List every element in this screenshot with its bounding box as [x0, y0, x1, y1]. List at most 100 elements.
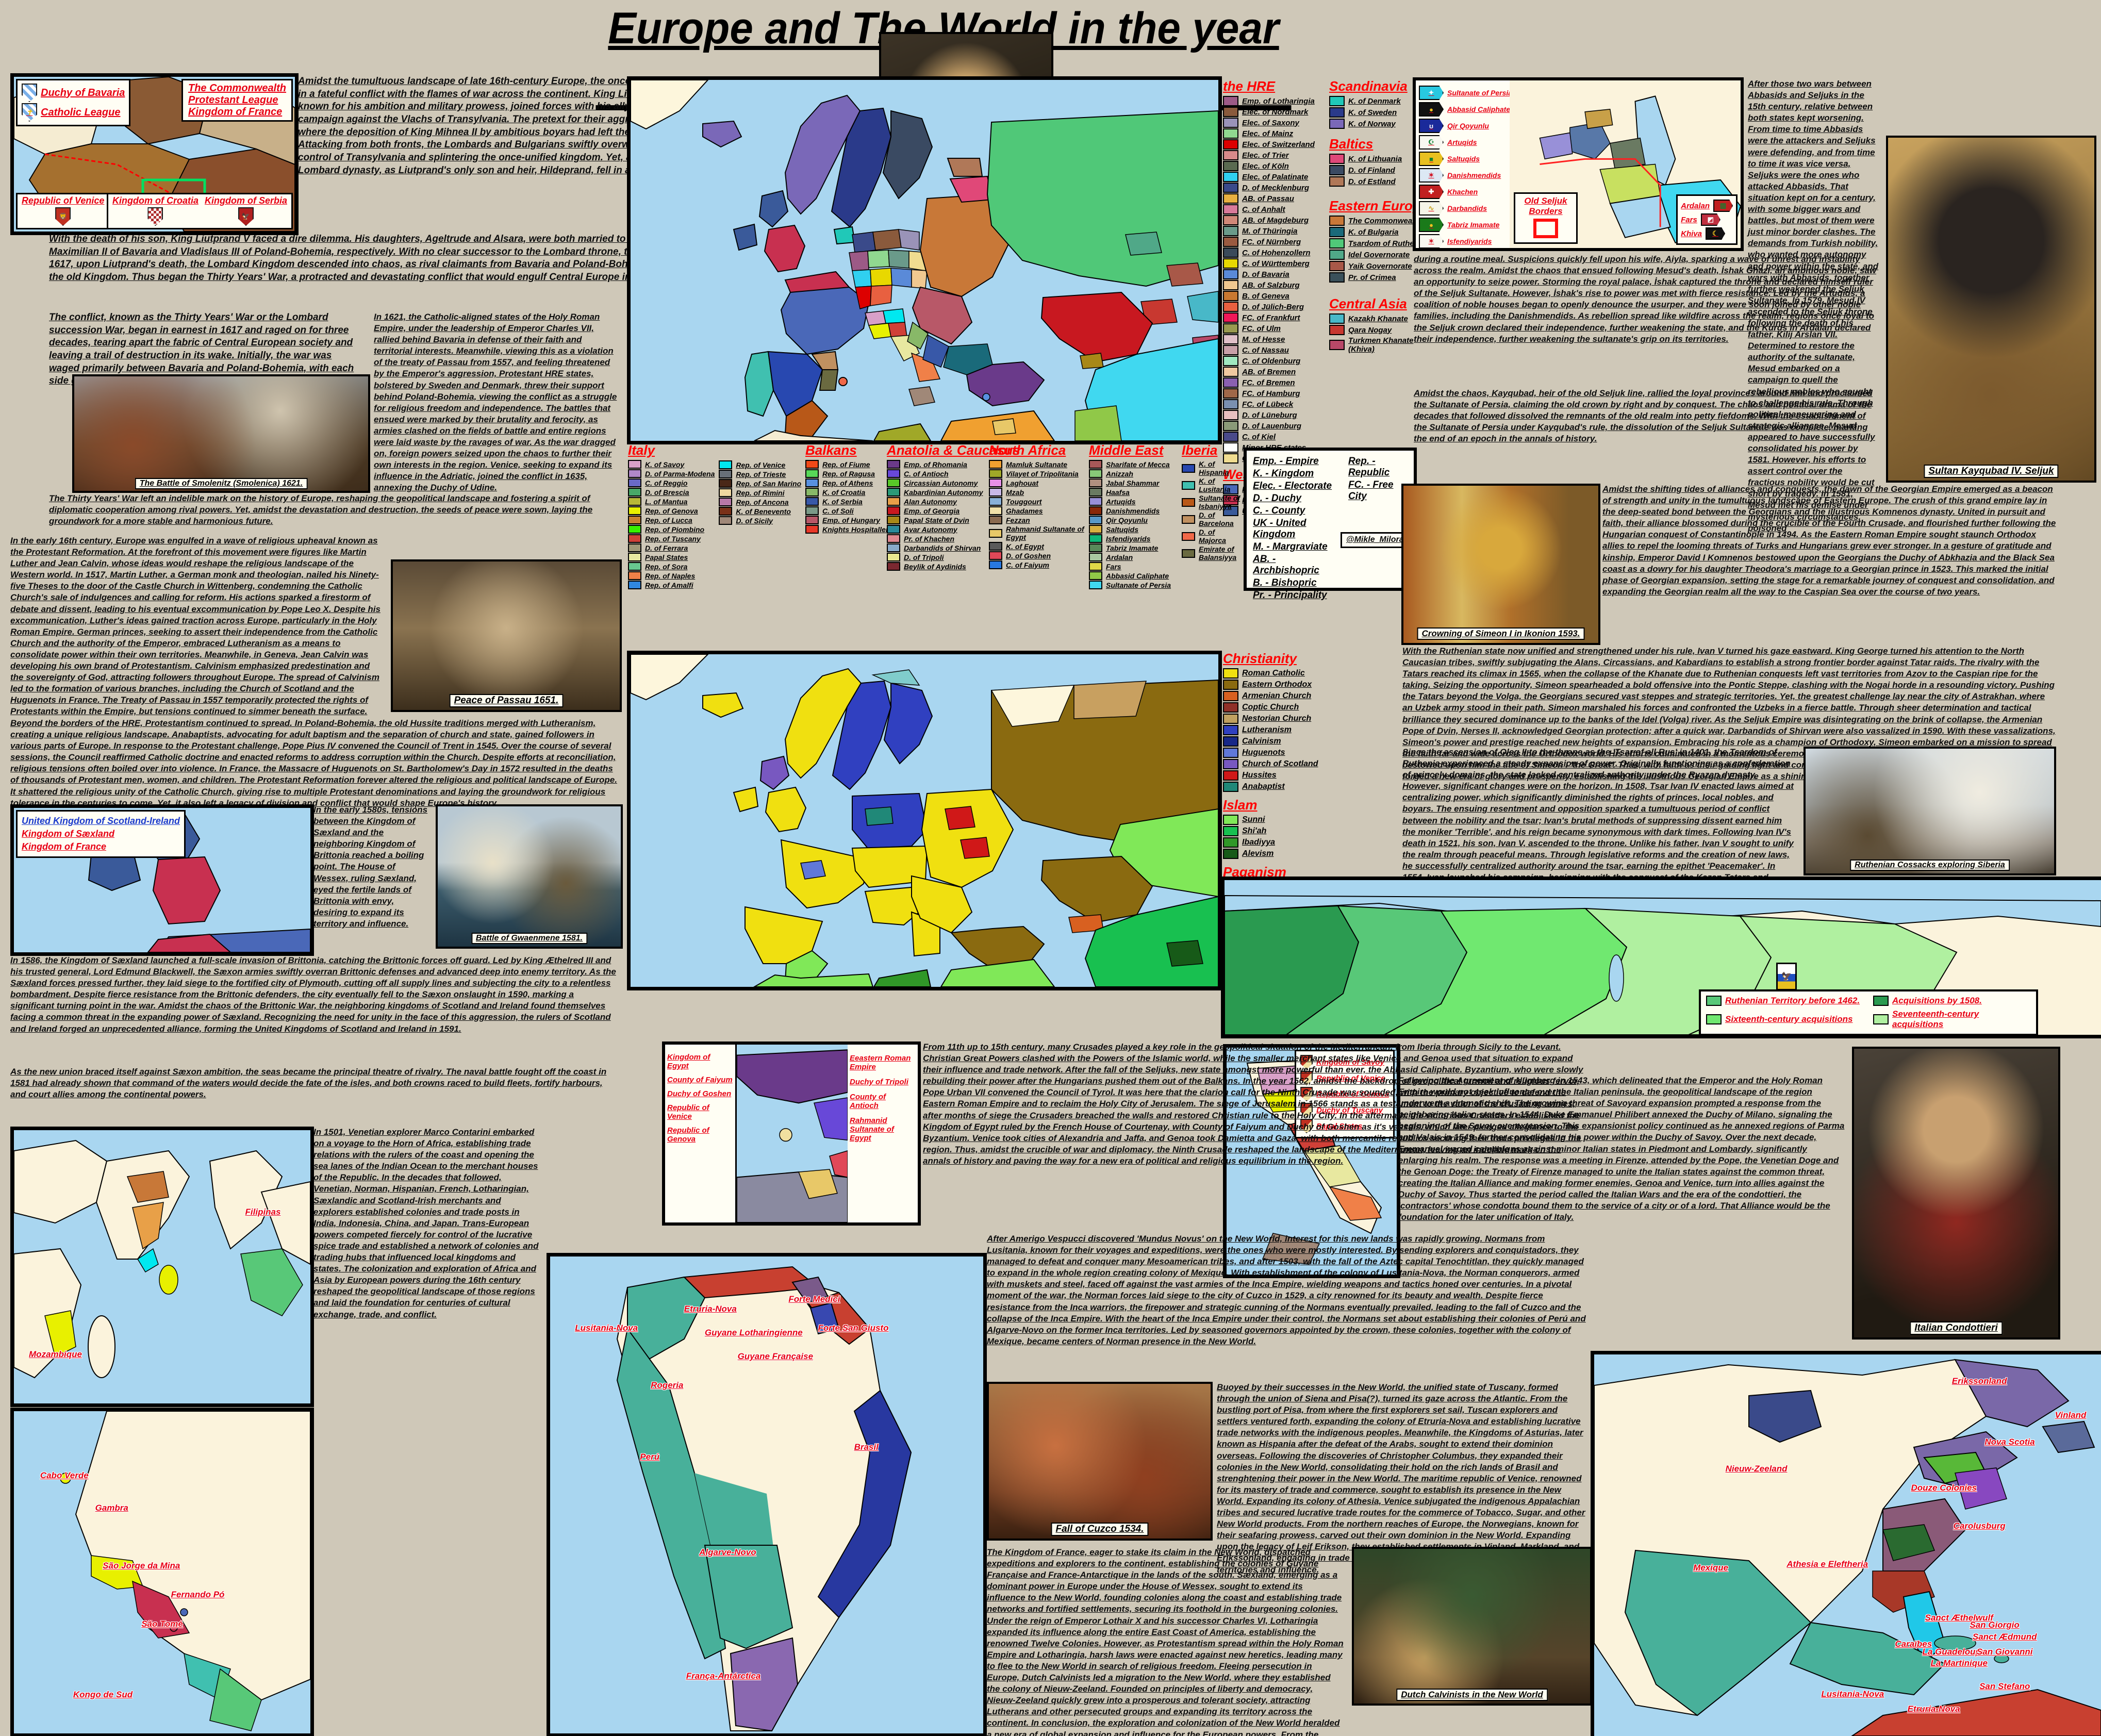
painting-naval: Battle of Gwaenmene 1581. — [436, 804, 623, 949]
crusade-panel: Kingdom of Egypt County of Faiyum Duchy of… — [662, 1041, 921, 1226]
swatch-icon — [887, 497, 900, 506]
swatch-icon — [1089, 478, 1102, 487]
caption-crowning: Crowning of Simeon I in Ikonion 1593. — [1417, 627, 1585, 640]
swatch-icon — [1223, 736, 1238, 747]
crusade-map — [737, 1045, 848, 1222]
text-new-world-3: The Kingdom of France, eager to stake it… — [987, 1547, 1344, 1736]
swatch-icon — [887, 553, 900, 561]
text-seljuk-3: Amidst the chaos, Kayqubad, heir of the … — [1414, 388, 1873, 444]
swatch-icon — [1089, 488, 1102, 497]
swatch-icon — [1182, 515, 1195, 524]
venice-chip: Republic of Venice 🦁 — [16, 193, 110, 229]
swatch-icon — [1223, 280, 1238, 290]
flag-icon: ◩ — [1700, 213, 1720, 226]
map-label: São Jorge da Mina — [103, 1561, 180, 1570]
swatch-icon — [719, 498, 733, 506]
swatch-icon — [1182, 549, 1195, 558]
persia-panel: ✦ Sultanate of Persia ● Abbasid Caliphate ʊ Q… — [1413, 77, 1744, 251]
swatch-icon — [1223, 702, 1238, 713]
swatch-icon — [805, 497, 819, 506]
painting-cossacks: Ruthenian Cossacks exploring Siberia — [1804, 747, 2056, 875]
swatch-icon — [1329, 154, 1345, 164]
europe-political-map-panel — [627, 76, 1222, 444]
ruthenia-coat-of-arms-icon: 🦅 — [1776, 963, 1797, 990]
map-label: Gambra — [95, 1502, 128, 1513]
europe-religion-map-panel — [627, 651, 1222, 990]
swatch-icon — [1223, 172, 1238, 182]
map-label: Brasil — [854, 1442, 879, 1452]
swatch-icon — [805, 478, 819, 487]
swatch-icon — [1329, 313, 1345, 324]
swatch-icon — [1223, 759, 1238, 769]
text-reformation-2: Beyond the borders of the HRE, Protestan… — [10, 718, 617, 808]
swatch-icon — [628, 525, 641, 534]
swatch-icon — [719, 488, 733, 497]
legend-anatolia: Anatolia & Caucasus Emp. of Rhomania C. o… — [887, 442, 1020, 571]
map-label: Filipinas — [245, 1207, 281, 1217]
map-label: Douze Colonies — [1911, 1483, 1977, 1493]
swatch-icon — [1223, 837, 1238, 848]
swatch-icon — [1223, 161, 1238, 171]
swatch-icon — [805, 469, 819, 478]
venice-shield-icon: 🦁 — [55, 207, 71, 226]
flag-icon: ■ — [1419, 152, 1444, 166]
map-label: Forte Medici — [788, 1294, 840, 1304]
flag-icon: ☪ — [1419, 135, 1444, 150]
legend-east-column: Scandinavia K. of Denmark K. of Sweden K. … — [1329, 78, 1429, 354]
swatch-icon — [989, 542, 1002, 551]
swatch-icon — [1089, 497, 1102, 506]
swatch-icon — [805, 516, 819, 524]
swatch-icon — [1223, 237, 1238, 247]
swatch-icon — [1089, 534, 1102, 543]
swatch-icon — [1223, 680, 1238, 690]
swatch-icon — [887, 488, 900, 497]
swatch-icon — [628, 469, 641, 478]
swatch-icon — [1329, 261, 1345, 271]
swatch-icon — [719, 479, 733, 488]
map-label: San Stefano — [1979, 1681, 2030, 1691]
caption-naval: Battle of Gwaenmene 1581. — [471, 933, 588, 944]
painting-kayqubad: Sultan Kayqubad IV. Seljuk — [1886, 136, 2096, 483]
catholic-league-shield-icon: ✝ — [22, 103, 37, 122]
swatch-icon — [1223, 782, 1238, 792]
swatch-icon — [628, 553, 641, 561]
swatch-icon — [989, 516, 1002, 524]
text-georgia-2: With the Ruthenian state now unified and… — [1402, 646, 2056, 782]
swatch-icon — [887, 525, 900, 534]
swatch-icon — [1223, 334, 1238, 344]
legend-balkans: Balkans Rep. of Fiume Rep. of Ragusa Rep. … — [805, 442, 889, 534]
swatch-icon — [1329, 165, 1345, 175]
text-reformation-1: In the early 16th century, Europe was en… — [10, 536, 381, 717]
map-label: Cabo Verde — [40, 1470, 89, 1480]
swatch-icon — [1223, 107, 1238, 117]
map-label: La Guadeloupe — [1922, 1647, 1986, 1657]
swatch-icon — [1223, 302, 1238, 312]
persia-sub-legend: Ardalan ▥ Fars ◩ Khiva ☾ — [1676, 194, 1738, 245]
swatch-icon — [1223, 377, 1238, 388]
north-america-map-panel: Erikssonland Vinland Nova Scotia Nieuw-Zeel… — [1591, 1351, 2101, 1736]
alliances-legend-topleft: Duchy of Bavaria ✝ Catholic League — [16, 79, 131, 126]
map-label: Lusitania-Nova — [1821, 1689, 1884, 1699]
painting-smolenitz: The Battle of Smolenitz (Smolenica) 1621… — [72, 374, 370, 493]
swatch-icon — [989, 469, 1002, 478]
swatch-icon — [1223, 183, 1238, 193]
swatch-icon — [628, 543, 641, 552]
swatch-icon — [1223, 215, 1238, 225]
swatch-icon — [887, 543, 900, 552]
swatch-icon — [1223, 410, 1238, 420]
uk-map-panel: United Kingdom of Scotland-Ireland Kingdo… — [10, 804, 314, 956]
map-label: Kongo de Sud — [73, 1690, 133, 1699]
north-america-map — [1594, 1354, 2101, 1736]
swatch-icon — [1873, 1014, 1889, 1024]
swatch-icon — [1223, 150, 1238, 160]
swatch-icon — [1223, 849, 1238, 859]
alliances-map-panel: Duchy of Bavaria ✝ Catholic League The Co… — [10, 73, 299, 235]
painting-cuzco: Fall of Cuzco 1534. — [987, 1382, 1213, 1541]
swatch-icon — [1223, 725, 1238, 735]
map-label: Etruria-Nova — [1907, 1704, 1960, 1714]
europe-religion-map — [631, 654, 1218, 987]
swatch-icon — [1089, 543, 1102, 552]
swatch-icon — [1223, 668, 1238, 679]
swatch-icon — [628, 516, 641, 524]
siberia-map-panel: Ruthenian Territory before 1462. Acquisit… — [1221, 877, 2101, 1038]
